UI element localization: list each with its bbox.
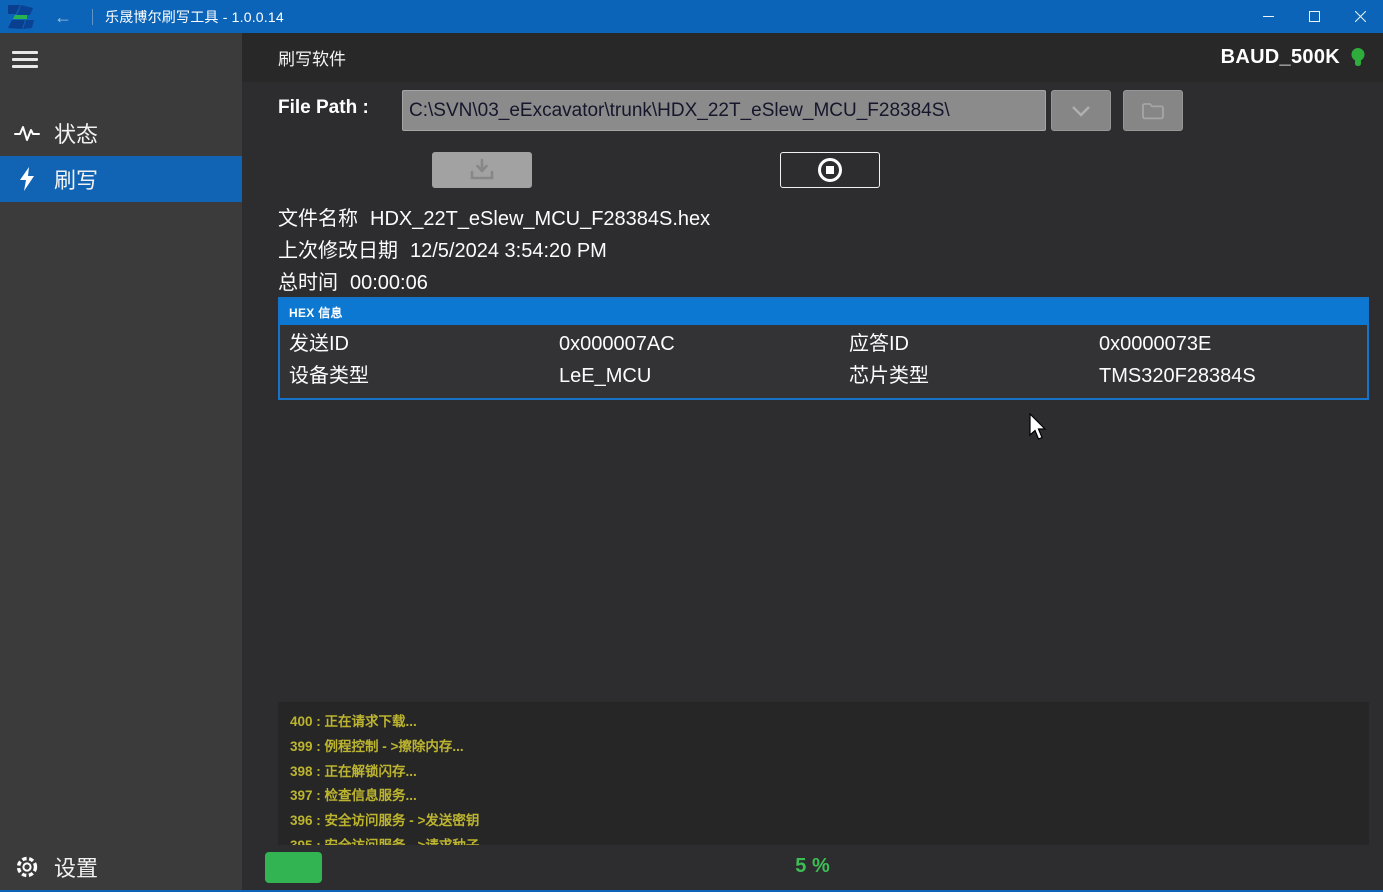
hex-info-row: 设备类型 LeE_MCU 芯片类型 TMS320F28384S <box>280 360 1367 392</box>
log-line: 397 : 检查信息服务... <box>290 788 417 804</box>
file-path-row: File Path : <box>242 90 1383 131</box>
file-info: 文件名称 HDX_22T_eSlew_MCU_F28384S.hex 上次修改日期… <box>278 203 710 299</box>
folder-icon <box>1142 102 1164 119</box>
hamburger-menu-button[interactable] <box>0 33 242 82</box>
file-name-label: 文件名称 <box>278 208 358 230</box>
main-panel: 刷写软件 BAUD_500K File Path : C:\SVN\03_eEx… <box>242 33 1383 890</box>
back-icon[interactable]: ← <box>54 8 72 26</box>
total-time-label: 总时间 <box>278 272 338 294</box>
chevron-down-icon <box>1072 105 1090 117</box>
main-header: 刷写软件 BAUD_500K <box>242 33 1383 82</box>
chip-type-label: 芯片类型 <box>849 365 929 387</box>
device-type-label: 设备类型 <box>289 365 369 387</box>
close-button[interactable] <box>1337 0 1383 33</box>
log-line: 400 : 正在请求下载... <box>290 714 417 729</box>
chip-type-value: TMS320F28384S <box>1099 365 1256 387</box>
response-id-value: 0x0000073E <box>1099 333 1212 355</box>
sidebar-item-label: 设置 <box>54 856 99 881</box>
minimize-icon <box>1262 16 1274 17</box>
modified-date-label: 上次修改日期 <box>278 240 398 262</box>
device-type-value: LeE_MCU <box>559 365 652 387</box>
total-time-row: 总时间 00:00:06 <box>278 267 710 299</box>
mouse-cursor <box>1029 413 1047 440</box>
browse-folder-button[interactable] <box>1123 90 1183 131</box>
stop-button[interactable] <box>780 152 880 188</box>
sidebar-item-flash[interactable]: 刷写 <box>0 156 242 202</box>
file-path-dropdown-button[interactable] <box>1051 90 1111 131</box>
modified-date-row: 上次修改日期 12/5/2024 3:54:20 PM <box>278 235 710 267</box>
gear-icon <box>14 854 40 880</box>
modified-date-value: 12/5/2024 3:54:20 PM <box>410 240 607 262</box>
close-icon <box>1354 11 1366 22</box>
titlebar: ← 乐晟博尔刷写工具 - 1.0.0.14 <box>0 0 1383 33</box>
hex-info-header: HEX 信息 <box>280 299 1367 325</box>
stop-icon <box>818 158 842 182</box>
total-time-value: 00:00:06 <box>350 272 428 294</box>
maximize-button[interactable] <box>1291 0 1337 33</box>
file-path-label: File Path : <box>278 97 369 118</box>
log-line: 398 : 正在解锁闪存... <box>290 763 417 779</box>
log-line: 395 : 安全访问服务 - >请求种子 <box>290 834 1357 845</box>
baud-rate-label: BAUD_500K <box>1220 46 1340 68</box>
file-name-row: 文件名称 HDX_22T_eSlew_MCU_F28384S.hex <box>278 203 710 235</box>
progress-bar: 5 % <box>242 845 1383 890</box>
send-id-value: 0x000007AC <box>559 333 675 355</box>
hex-info-row: 发送ID 0x000007AC 应答ID 0x0000073E <box>280 328 1367 360</box>
pulse-icon <box>14 120 40 146</box>
send-id-label: 发送ID <box>289 333 349 355</box>
file-path-input[interactable] <box>402 90 1046 131</box>
bulb-status-icon <box>1351 47 1365 66</box>
sidebar: 状态 刷写 设置 <box>0 33 242 890</box>
sidebar-item-label: 刷写 <box>54 168 99 193</box>
titlebar-divider <box>92 8 93 25</box>
log-line: 396 : 安全访问服务 - >发送密钥 <box>290 813 480 829</box>
lightning-icon <box>14 166 40 192</box>
file-name-value: HDX_22T_eSlew_MCU_F28384S.hex <box>370 208 711 230</box>
sidebar-item-label: 状态 <box>54 122 99 147</box>
log-output[interactable]: 400 : 正在请求下载... 399 : 例程控制 - >擦除内存... 39… <box>278 702 1369 845</box>
progress-percent-label: 5 % <box>795 855 830 877</box>
response-id-label: 应答ID <box>849 333 909 355</box>
minimize-button[interactable] <box>1245 0 1291 33</box>
maximize-icon <box>1308 11 1320 22</box>
hex-info-panel: HEX 信息 发送ID 0x000007AC 应答ID 0x0000073E 设… <box>278 297 1369 400</box>
sidebar-item-settings[interactable]: 设置 <box>0 844 242 890</box>
page-title: 刷写软件 <box>278 50 346 69</box>
sidebar-item-status[interactable]: 状态 <box>0 110 242 156</box>
log-line: 399 : 例程控制 - >擦除内存... <box>290 738 464 754</box>
app-logo-icon <box>8 4 34 29</box>
download-icon <box>470 158 494 180</box>
download-flash-button[interactable] <box>432 152 532 188</box>
window-title: 乐晟博尔刷写工具 - 1.0.0.14 <box>105 8 284 25</box>
